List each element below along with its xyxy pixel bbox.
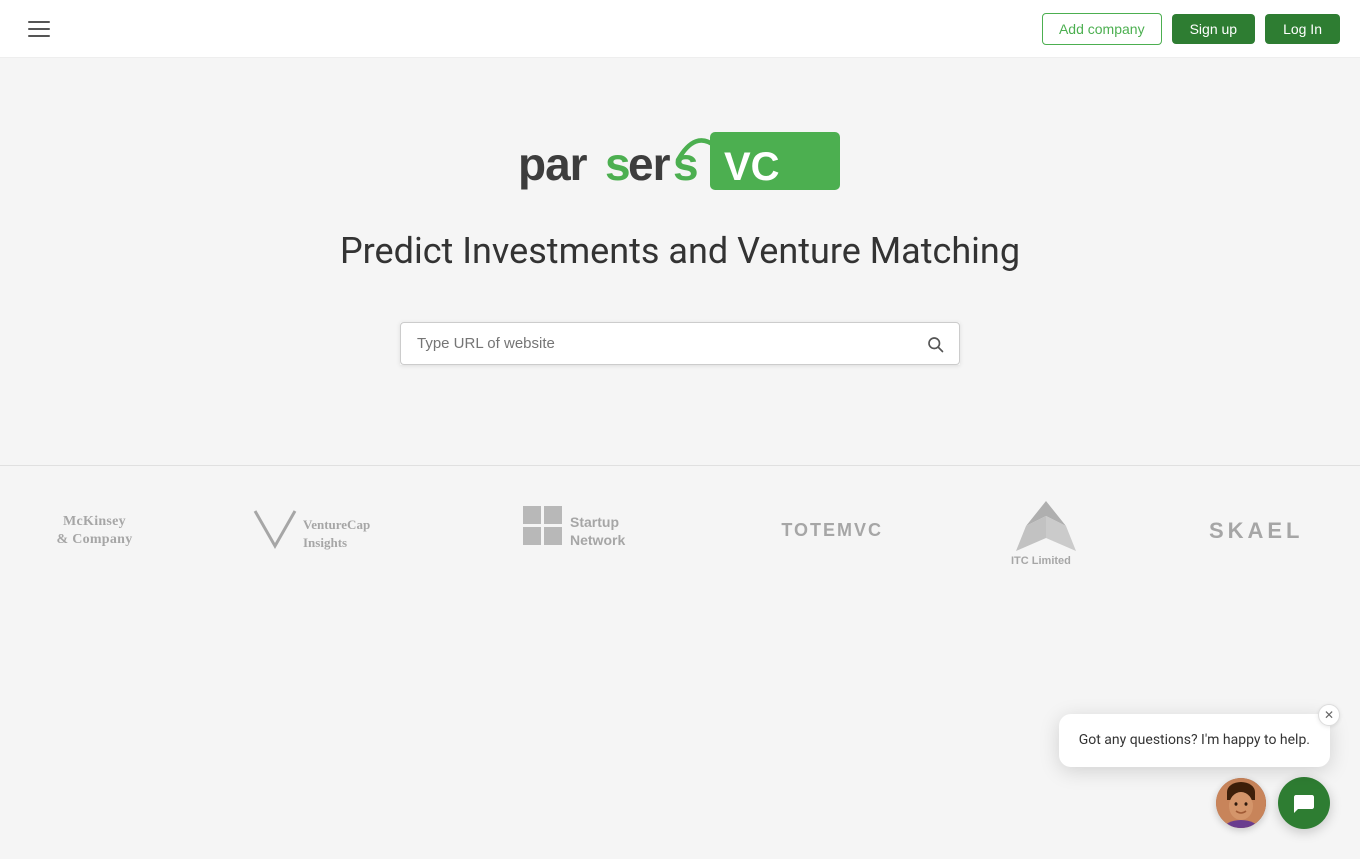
chat-open-button[interactable] — [1278, 777, 1330, 829]
partner-logo-mckinsey: McKinsey& Company — [56, 513, 132, 549]
header-right: Add company Sign up Log In — [1042, 13, 1340, 45]
partners-strip: McKinsey& Company VentureCap Insights St… — [0, 465, 1360, 596]
chat-message: Got any questions? I'm happy to help. — [1079, 732, 1310, 748]
search-icon — [926, 335, 944, 353]
partner-logo-startup: Startup Network — [518, 501, 668, 561]
header: Add company Sign up Log In — [0, 0, 1360, 58]
avatar-face-icon — [1216, 778, 1266, 828]
svg-text:er: er — [628, 138, 671, 190]
svg-text:ITC Limited: ITC Limited — [1011, 555, 1071, 566]
svg-text:Network: Network — [570, 532, 625, 548]
svg-text:VentureCap: VentureCap — [303, 517, 370, 532]
hero-title: Predict Investments and Venture Matching — [340, 230, 1020, 272]
partner-logo-venturecap: VentureCap Insights — [245, 501, 405, 561]
hero-section: par s er s VC Predict Investments and Ve… — [0, 58, 1360, 465]
partner-logo-itc: ITC Limited — [996, 496, 1096, 566]
chat-avatar — [1216, 778, 1266, 828]
chat-bubble: ✕ Got any questions? I'm happy to help. — [1059, 714, 1330, 767]
svg-text:par: par — [518, 138, 588, 190]
partner-logo-skael: SKAEL — [1209, 517, 1304, 546]
chat-row — [1216, 777, 1330, 829]
svg-text:s: s — [605, 138, 631, 190]
partner-logo-totemvc: TOTEMVC — [781, 519, 883, 542]
add-company-button[interactable]: Add company — [1042, 13, 1162, 45]
logo-container: par s er s VC — [510, 118, 850, 202]
signup-button[interactable]: Sign up — [1172, 14, 1255, 44]
search-container — [400, 322, 960, 365]
svg-text:VC: VC — [724, 145, 780, 189]
header-left — [20, 13, 58, 45]
svg-text:Startup: Startup — [570, 514, 619, 530]
chat-close-button[interactable]: ✕ — [1318, 704, 1340, 726]
svg-text:s: s — [673, 138, 699, 190]
chat-icon — [1292, 791, 1316, 815]
parsers-vc-logo: par s er s VC — [510, 118, 850, 198]
svg-text:Insights: Insights — [303, 535, 347, 550]
search-button[interactable] — [910, 322, 960, 365]
chat-widget: ✕ Got any questions? I'm happy to help. — [1059, 714, 1330, 829]
menu-button[interactable] — [20, 13, 58, 45]
login-button[interactable]: Log In — [1265, 14, 1340, 44]
url-search-input[interactable] — [400, 322, 910, 365]
